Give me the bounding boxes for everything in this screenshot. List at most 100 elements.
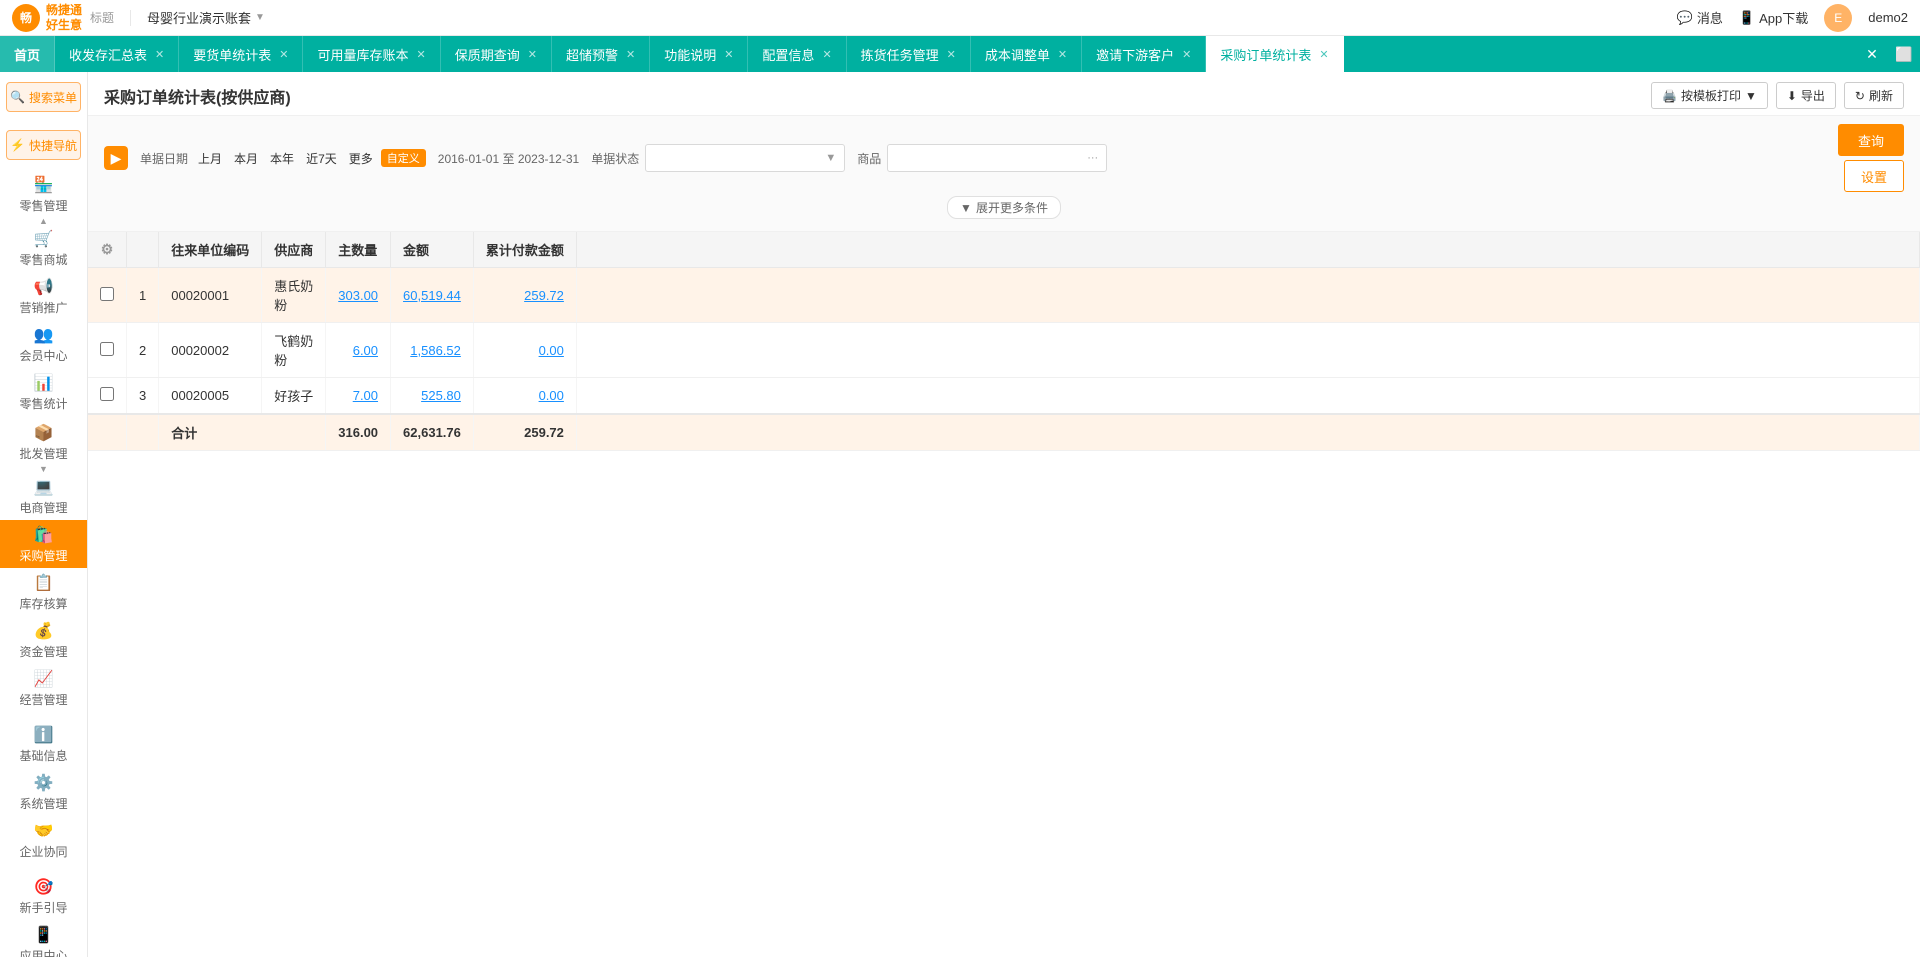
sidebar-item-marketing[interactable]: 📢 营销推广 [0,272,87,320]
refresh-button[interactable]: ↻ 刷新 [1844,82,1904,109]
tab-maximize-btn[interactable]: ⬜ [1888,36,1920,72]
tab-close-icon[interactable]: ✕ [1319,48,1328,61]
row-select-checkbox[interactable] [100,342,114,356]
date-this-month[interactable]: 本月 [230,148,262,169]
sidebar-item-system[interactable]: ⚙️ 系统管理 [0,768,87,816]
tab-jian[interactable]: 拣货任务管理 ✕ [847,36,971,72]
tab-close-icon[interactable]: ✕ [279,48,288,61]
tab-gongneng[interactable]: 功能说明 ✕ [650,36,748,72]
tab-close-icon[interactable]: ✕ [822,48,831,61]
workspace-name: 母婴行业演示账套 [147,8,251,27]
row-checkbox[interactable] [88,323,127,378]
paid-amount[interactable]: 0.00 [473,378,576,415]
ecommerce-icon: 💻 [34,477,54,497]
settings-button[interactable]: 设置 [1844,160,1904,192]
app-download-button[interactable]: 📱 App下载 [1739,8,1808,27]
quantity[interactable]: 303.00 [326,268,391,323]
goods-select-dropdown-icon: ··· [1087,152,1098,164]
sidebar-item-operations[interactable]: 📈 经营管理 [0,664,87,712]
sidebar-item-label: 采购管理 [19,547,67,564]
amount[interactable]: 525.80 [391,378,474,415]
row-checkbox[interactable] [88,268,127,323]
user-name[interactable]: demo2 [1868,10,1908,25]
footer-extra [576,414,1919,451]
sidebar-item-app-center[interactable]: 📱 应用中心 [0,920,87,957]
divider [130,10,131,26]
tab-kuyong[interactable]: 可用量库存账本 ✕ [303,36,440,72]
amount[interactable]: 60,519.44 [391,268,474,323]
sidebar-item-newbie[interactable]: 🎯 新手引导 [0,872,87,920]
date-more[interactable]: 更多 [345,148,377,169]
tab-close-window-btn[interactable]: ✕ [1856,36,1888,72]
print-label: 按模板打印 [1681,87,1741,104]
tab-chengben[interactable]: 成本调整单 ✕ [971,36,1082,72]
quantity[interactable]: 6.00 [326,323,391,378]
sidebar-item-retail-mall[interactable]: 🛒 零售商城 [0,224,87,272]
tab-shoufacun[interactable]: 收发存汇总表 ✕ [55,36,179,72]
date-this-year[interactable]: 本年 [266,148,298,169]
sidebar-item-member[interactable]: 👥 会员中心 [0,320,87,368]
table-header-row: ⚙ 往来单位编码 供应商 主数量 金额 累计付款金额 [88,232,1920,268]
date-custom-badge[interactable]: 自定义 [381,149,426,167]
breadcrumb: 标题 [90,9,114,26]
message-button[interactable]: 💬 消息 [1677,8,1723,27]
sidebar-item-purchase[interactable]: 🛍️ 采购管理 [0,520,87,568]
tab-close-icon[interactable]: ✕ [417,48,426,61]
row-no: 1 [127,268,159,323]
tab-chaochujing[interactable]: 超储预警 ✕ [552,36,650,72]
sidebar-item-collab[interactable]: 🤝 企业协同 [0,816,87,864]
sidebar-item-label: 资金管理 [19,643,67,660]
row-select-checkbox[interactable] [100,387,114,401]
print-button[interactable]: 🖨️ 按模板打印 ▼ [1651,82,1768,109]
tab-close-icon[interactable]: ✕ [724,48,733,61]
date-7days[interactable]: 近7天 [302,148,341,169]
paid-amount[interactable]: 0.00 [473,323,576,378]
retail-mgmt-icon: 🏪 [34,175,54,195]
sidebar-item-retail-stats[interactable]: 📊 零售统计 [0,368,87,416]
date-last-month[interactable]: 上月 [194,148,226,169]
tab-close-icon[interactable]: ✕ [1182,48,1191,61]
tab-close-icon[interactable]: ✕ [947,48,956,61]
main-body: 🔍 搜索菜单 ⚡ 快捷导航 🏪 零售管理 ▲ 🛒 零售商城 [0,72,1920,957]
export-button[interactable]: ⬇ 导出 [1776,82,1836,109]
sidebar-item-retail-mgmt[interactable]: 🏪 零售管理 ▲ [0,176,87,224]
workspace-selector[interactable]: 母婴行业演示账套 ▼ [147,8,265,27]
quantity[interactable]: 7.00 [326,378,391,415]
sidebar-item-inventory[interactable]: 📋 库存核算 [0,568,87,616]
sidebar-item-ecommerce[interactable]: 💻 电商管理 [0,472,87,520]
quick-nav-button[interactable]: ⚡ 快捷导航 [6,130,81,160]
row-select-checkbox[interactable] [100,287,114,301]
sidebar-item-basic-info[interactable]: ℹ️ 基础信息 [0,720,87,768]
status-select[interactable]: ▼ [645,144,845,172]
date-filter-group: 单据日期 上月 本月 本年 近7天 更多 自定义 [140,148,426,169]
sidebar-item-label: 经营管理 [19,691,67,708]
row-checkbox[interactable] [88,378,127,415]
tab-baozhi[interactable]: 保质期查询 ✕ [441,36,552,72]
sidebar-item-wholesale[interactable]: 📦 批发管理 ▼ [0,424,87,472]
sidebar-item-finance[interactable]: 💰 资金管理 [0,616,87,664]
tab-yaoqing[interactable]: 邀请下游客户 ✕ [1082,36,1206,72]
date-range-text: 2016-01-01 至 2023-12-31 [438,150,579,167]
column-settings-icon[interactable]: ⚙ [101,241,114,257]
expand-more-button[interactable]: ▼ 展开更多条件 [947,196,1061,219]
tab-home[interactable]: 首页 [0,36,55,72]
tab-close-icon[interactable]: ✕ [528,48,537,61]
query-button[interactable]: 查询 [1838,124,1904,156]
tab-close-icon[interactable]: ✕ [155,48,164,61]
table-body: 1 00020001 惠氏奶粉 303.00 60,519.44 259.72 [88,268,1920,415]
tab-close-icon[interactable]: ✕ [1058,48,1067,61]
tab-yaohuo[interactable]: 要货单统计表 ✕ [179,36,303,72]
tab-close-icon[interactable]: ✕ [626,48,635,61]
filter-toggle-button[interactable]: ▶ [104,146,128,170]
amount[interactable]: 1,586.52 [391,323,474,378]
sidebar-item-label: 零售商城 [19,251,67,268]
tab-label: 保质期查询 [455,45,520,64]
search-menu-button[interactable]: 🔍 搜索菜单 [6,82,81,112]
paid-amount[interactable]: 259.72 [473,268,576,323]
member-icon: 👥 [34,325,54,345]
tab-caigou-active[interactable]: 采购订单统计表 ✕ [1206,36,1343,72]
goods-select[interactable]: ··· [887,144,1107,172]
table-row: 1 00020001 惠氏奶粉 303.00 60,519.44 259.72 [88,268,1920,323]
tab-peizhi[interactable]: 配置信息 ✕ [748,36,846,72]
sidebar-item-label: 库存核算 [19,595,67,612]
